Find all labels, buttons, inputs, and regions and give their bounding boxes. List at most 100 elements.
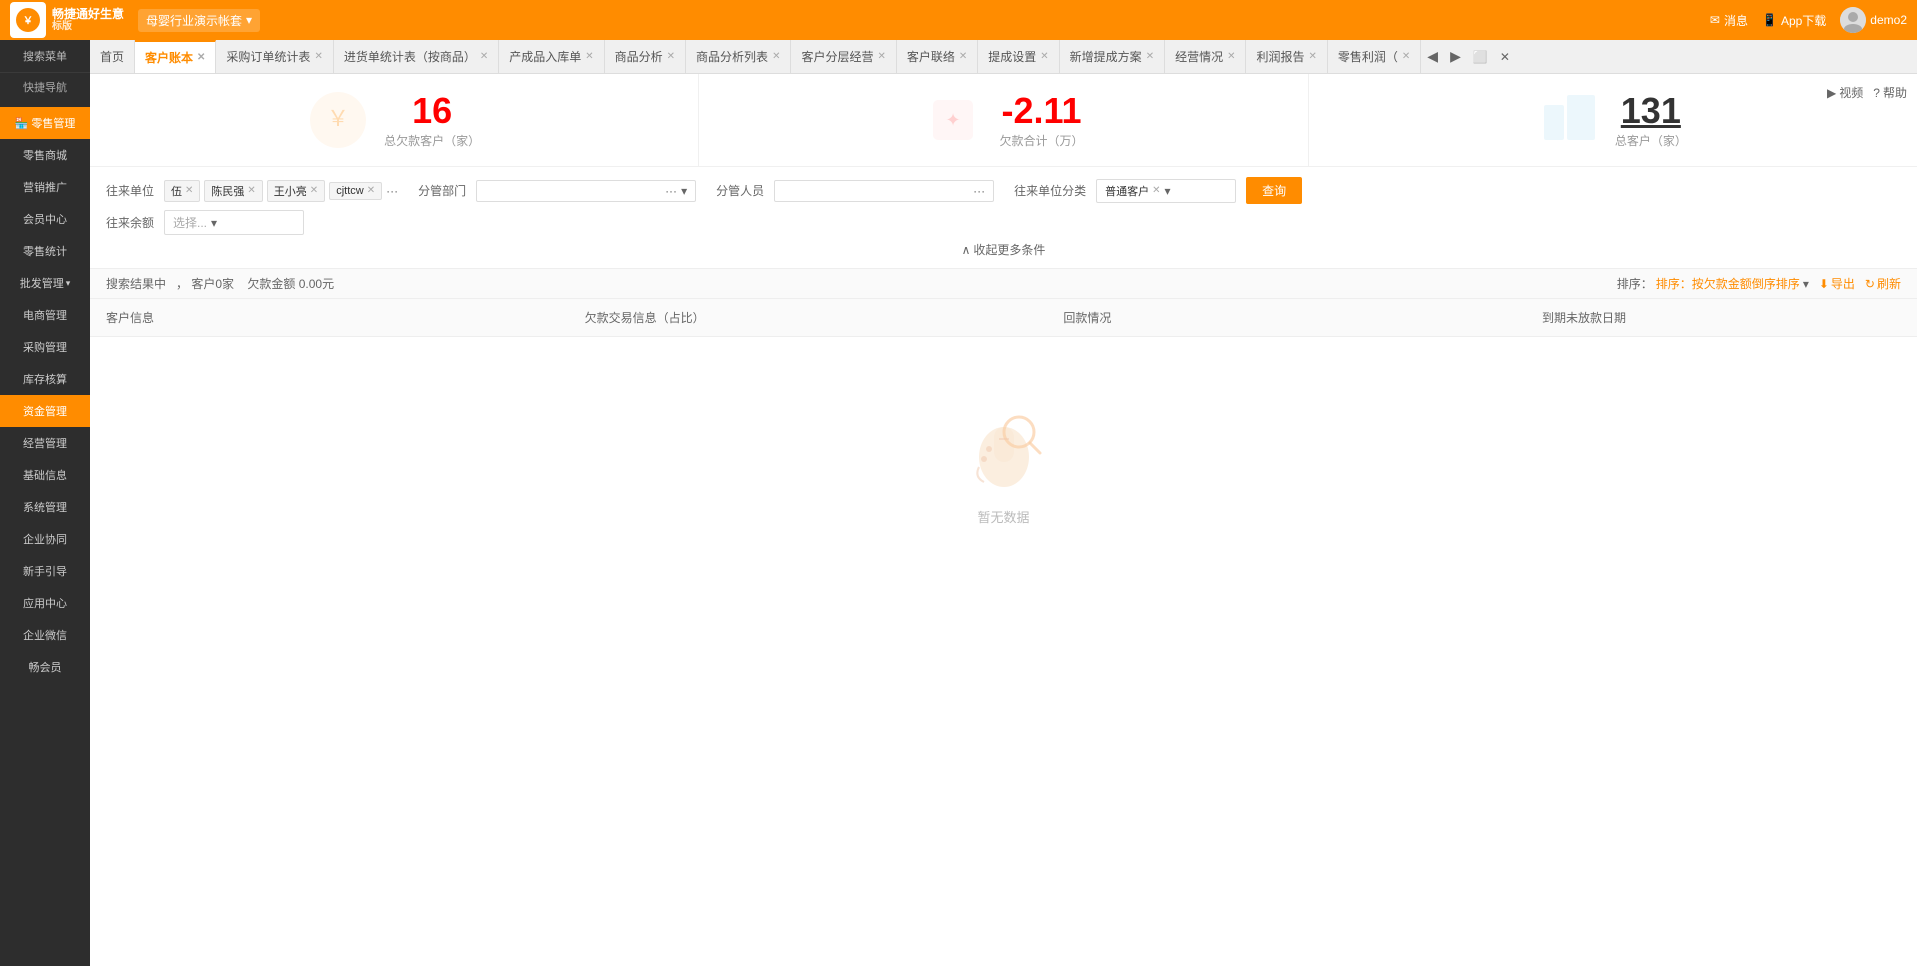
tag-close-unit-2[interactable]: ✕ — [247, 185, 255, 196]
sidebar-item-super-member[interactable]: 畅会员 — [0, 651, 90, 683]
tab-bar: 首页 客户账本 ✕ 采购订单统计表 ✕ 进货单统计表（按商品） ✕ 产成品入库单… — [90, 40, 1917, 74]
tab-nav-prev[interactable]: ◀ — [1421, 48, 1444, 65]
tab-business-status[interactable]: 经营情况 ✕ — [1165, 40, 1246, 74]
filter-row-2: 往来余额 选择... ▾ — [106, 210, 1901, 235]
tab-commodity-analysis[interactable]: 商品分析 ✕ — [605, 40, 686, 74]
tab-add-promotion[interactable]: 新增提成方案 ✕ — [1060, 40, 1165, 74]
tab-production-inbound[interactable]: 产成品入库单 ✕ — [499, 40, 604, 74]
stat-icon-1: ￥ — [308, 90, 368, 150]
sidebar-item-finance-mgmt[interactable]: 资金管理 — [0, 395, 90, 427]
stat-icon-2: ✦ — [923, 90, 983, 150]
sidebar-item-app-center[interactable]: 应用中心 — [0, 587, 90, 619]
filter-unit-tags: 伍 ✕ 陈民强 ✕ 王小亮 ✕ — [164, 180, 398, 202]
help-button[interactable]: ? 帮助 — [1873, 84, 1907, 101]
table-header: 客户信息 欠款交易信息（占比） 回款情况 到期未放款日期 — [90, 299, 1917, 337]
sidebar-item-enterprise-coop[interactable]: 企业协同 — [0, 523, 90, 555]
tab-customer-tier[interactable]: 客户分层经营 ✕ — [791, 40, 896, 74]
store-selector[interactable]: 母婴行业演示帐套 ▾ — [138, 9, 260, 32]
sidebar-item-new-user-guide[interactable]: 新手引导 — [0, 555, 90, 587]
tag-close-category[interactable]: ✕ — [1152, 185, 1160, 196]
col-header-customer: 客户信息 — [106, 309, 585, 326]
tab-close-profit[interactable]: ✕ — [1309, 51, 1317, 62]
tag-close-unit-3[interactable]: ✕ — [310, 185, 318, 196]
query-button[interactable]: 查询 — [1246, 177, 1302, 204]
tab-promotion-settings[interactable]: 提成设置 ✕ — [978, 40, 1059, 74]
tab-close-business[interactable]: ✕ — [1227, 51, 1235, 62]
sidebar-item-quick-nav[interactable]: 快捷导航 — [0, 73, 90, 101]
app-download-button[interactable]: 📱 App下载 — [1762, 12, 1826, 29]
empty-icon — [954, 397, 1054, 497]
sort-select[interactable]: 排序： 排序：按欠款金额倒序排序 ▾ — [1617, 275, 1809, 292]
filter-dept-label: 分管部门 — [418, 182, 466, 199]
sidebar-item-sys-mgmt[interactable]: 系统管理 — [0, 491, 90, 523]
tab-profit-report[interactable]: 利润报告 ✕ — [1246, 40, 1327, 74]
stats-bar-actions: ▶ 视频 ? 帮助 — [1827, 84, 1907, 101]
tab-maximize[interactable]: ⬜ — [1467, 50, 1494, 64]
app-wrapper: ￥ 畅捷通好生意 标版 母婴行业演示帐套 ▾ ✉ 消息 📱 App下载 — [0, 0, 1917, 966]
tab-purchase-order-stats[interactable]: 采购订单统计表 ✕ — [216, 40, 333, 74]
sidebar-item-enterprise-wechat[interactable]: 企业微信 — [0, 619, 90, 651]
filter-remaining-label: 往来余额 — [106, 214, 154, 231]
tab-close-customer-contact[interactable]: ✕ — [959, 51, 967, 62]
tab-close-add-promotion[interactable]: ✕ — [1146, 51, 1154, 62]
tab-close-retail-profit[interactable]: ✕ — [1402, 51, 1410, 62]
sidebar-item-ecommerce-mgmt[interactable]: 电商管理 — [0, 299, 90, 331]
filter-tag-category: 普通客户 ✕ — [1105, 183, 1160, 199]
filter-unit-category-select[interactable]: 普通客户 ✕ ▾ — [1096, 179, 1236, 203]
tab-incoming-stats[interactable]: 进货单统计表（按商品） ✕ — [334, 40, 499, 74]
stat-label-2: 欠款合计（万） — [999, 132, 1083, 149]
sidebar-search[interactable]: 搜索菜单 — [0, 40, 90, 73]
stats-bar: ￥ 16 总欠款客户（家） ✦ — [90, 74, 1917, 167]
results-actions: 排序： 排序：按欠款金额倒序排序 ▾ ⬇ 导出 ↻ 刷新 — [1617, 275, 1901, 292]
sidebar-item-member-center[interactable]: 会员中心 — [0, 203, 90, 235]
tab-close-all[interactable]: ✕ — [1494, 50, 1516, 64]
collapse-button[interactable]: ∧ 收起更多条件 — [962, 241, 1046, 258]
content-area: ￥ 16 总欠款客户（家） ✦ — [90, 74, 1917, 966]
tab-customer-book[interactable]: 客户账本 ✕ — [135, 40, 216, 74]
tab-close-customer-book[interactable]: ✕ — [197, 52, 205, 63]
tag-close-unit-1[interactable]: ✕ — [185, 185, 193, 196]
filter-tag-unit-4: cjttcw ✕ — [329, 182, 382, 200]
stat-total-debt-amount: ✦ -2.11 欠款合计（万） — [699, 74, 1308, 166]
filter-remaining-select[interactable]: 选择... ▾ — [164, 210, 304, 235]
message-button[interactable]: ✉ 消息 — [1710, 12, 1748, 29]
tab-commodity-analysis-list[interactable]: 商品分析列表 ✕ — [686, 40, 791, 74]
sidebar-item-retail-shop[interactable]: 零售商城 — [0, 139, 90, 171]
filter-unit-label: 往来单位 — [106, 182, 154, 199]
tab-nav-next[interactable]: ▶ — [1444, 48, 1467, 65]
tab-close-commodity-list[interactable]: ✕ — [772, 51, 780, 62]
video-button[interactable]: ▶ 视频 — [1827, 84, 1863, 101]
sidebar-item-wholesale-mgmt[interactable]: 批发管理 ▾ — [0, 267, 90, 299]
right-content: 首页 客户账本 ✕ 采购订单统计表 ✕ 进货单统计表（按商品） ✕ 产成品入库单… — [90, 40, 1917, 966]
logo: ￥ 畅捷通好生意 标版 — [10, 2, 124, 38]
filter-dept-select[interactable]: ··· ▾ — [476, 180, 696, 202]
tab-close-purchase[interactable]: ✕ — [314, 51, 322, 62]
sidebar-item-marketing[interactable]: 营销推广 — [0, 171, 90, 203]
tab-close-incoming[interactable]: ✕ — [480, 51, 488, 62]
export-button[interactable]: ⬇ 导出 — [1819, 275, 1855, 292]
sidebar-item-retail-mgmt[interactable]: 🏪 零售管理 — [0, 107, 90, 139]
tab-retail-profit[interactable]: 零售利润（ ✕ — [1328, 40, 1421, 74]
sidebar-item-inventory-check[interactable]: 库存核算 — [0, 363, 90, 395]
top-bar: ￥ 畅捷通好生意 标版 母婴行业演示帐套 ▾ ✉ 消息 📱 App下载 — [0, 0, 1917, 40]
tag-close-unit-4[interactable]: ✕ — [367, 185, 375, 196]
tab-close-commodity[interactable]: ✕ — [667, 51, 675, 62]
main-layout: 搜索菜单 快捷导航 🏪 零售管理 零售商城 营销推广 会员中心 — [0, 40, 1917, 966]
sidebar-item-retail-stats[interactable]: 零售统计 — [0, 235, 90, 267]
sidebar: 搜索菜单 快捷导航 🏪 零售管理 零售商城 营销推广 会员中心 — [0, 40, 90, 966]
stat-value-block-3: 131 总客户（家） — [1615, 91, 1687, 150]
filter-more-units[interactable]: ··· — [386, 184, 398, 198]
tab-customer-contact[interactable]: 客户联络 ✕ — [897, 40, 978, 74]
tab-close-customer-tier[interactable]: ✕ — [877, 51, 885, 62]
user-menu[interactable]: demo2 — [1840, 7, 1907, 33]
tab-close-production[interactable]: ✕ — [585, 51, 593, 62]
avatar — [1840, 7, 1866, 33]
tab-home[interactable]: 首页 — [90, 40, 135, 74]
stat-label-1: 总欠款客户（家） — [384, 132, 480, 149]
tab-close-promotion[interactable]: ✕ — [1040, 51, 1048, 62]
filter-person-select[interactable]: ··· — [774, 180, 994, 202]
refresh-button[interactable]: ↻ 刷新 — [1865, 275, 1901, 292]
sidebar-item-purchase-mgmt[interactable]: 采购管理 — [0, 331, 90, 363]
sidebar-item-ops-mgmt[interactable]: 经营管理 — [0, 427, 90, 459]
sidebar-item-basic-info[interactable]: 基础信息 — [0, 459, 90, 491]
